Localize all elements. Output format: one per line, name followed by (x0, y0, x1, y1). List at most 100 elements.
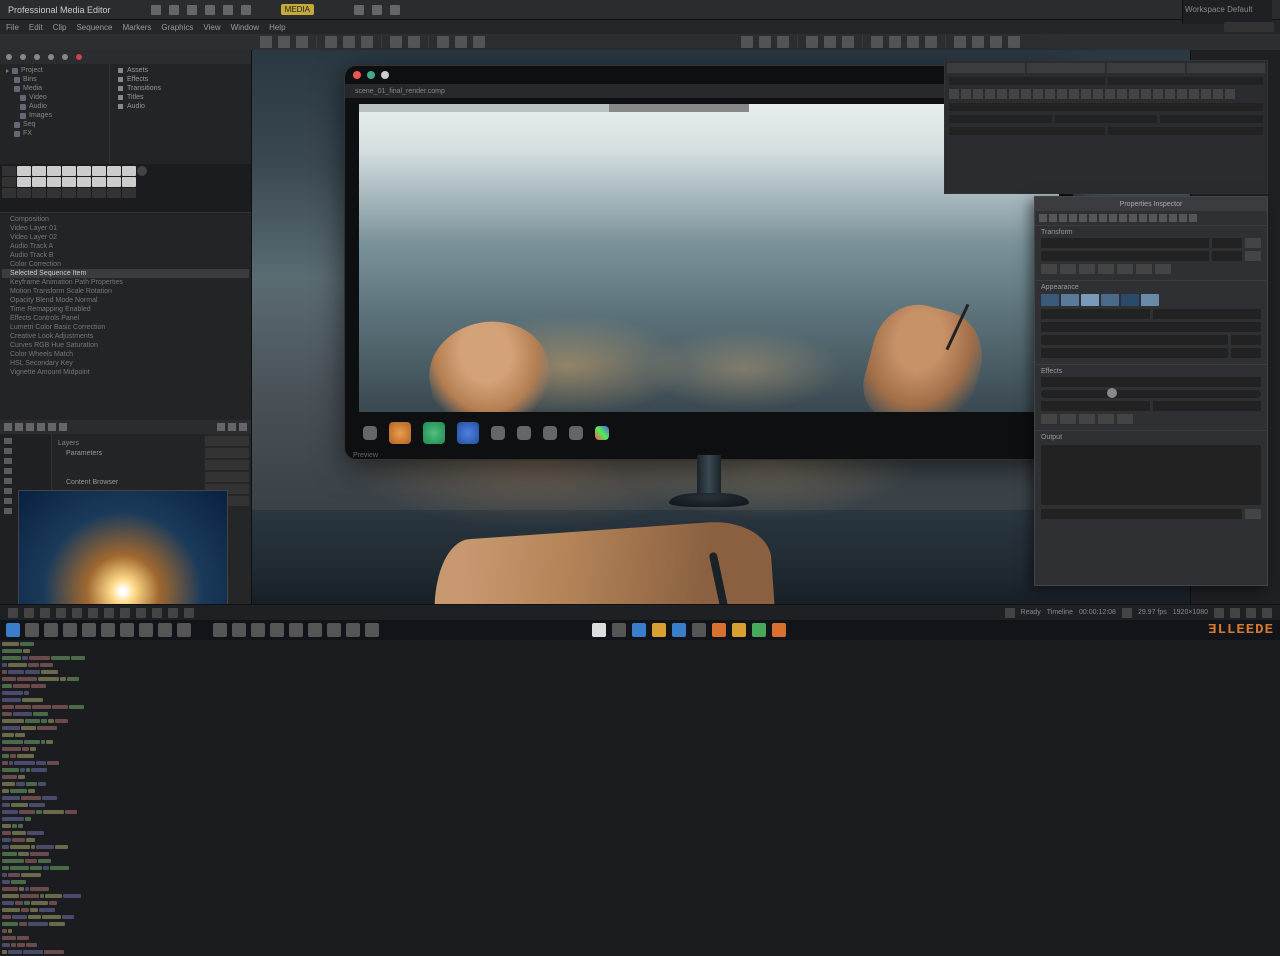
taskbar-app-icon[interactable] (289, 623, 303, 637)
chip-icon[interactable] (1245, 251, 1261, 261)
fp-icon[interactable] (1039, 214, 1047, 222)
ph-icon[interactable] (1081, 89, 1091, 99)
status-icon[interactable] (1122, 608, 1132, 618)
fp-icon[interactable] (1189, 214, 1197, 222)
swatch[interactable] (1041, 294, 1059, 306)
align-center-icon[interactable] (759, 36, 771, 48)
thumb[interactable] (17, 177, 31, 187)
fp-icon[interactable] (1179, 214, 1187, 222)
dock-tool-icon[interactable] (569, 426, 583, 440)
thumb[interactable] (62, 166, 76, 176)
input-field[interactable] (1041, 348, 1228, 358)
chip-icon[interactable] (1041, 264, 1057, 274)
taskbar-app-icon[interactable] (63, 623, 77, 637)
ph-icon[interactable] (1009, 89, 1019, 99)
layout-icon[interactable] (925, 36, 937, 48)
thumb[interactable] (107, 166, 121, 176)
taskbar-app-icon[interactable] (44, 623, 58, 637)
status-icon[interactable] (24, 608, 34, 618)
status-icon[interactable] (1230, 608, 1240, 618)
swatch[interactable] (1081, 294, 1099, 306)
status-icon[interactable] (104, 608, 114, 618)
tool-select-icon[interactable] (260, 36, 272, 48)
layout-icon[interactable] (889, 36, 901, 48)
ph-icon[interactable] (1141, 89, 1151, 99)
tb-icon[interactable] (390, 5, 400, 15)
tool-zoom-icon[interactable] (390, 36, 402, 48)
thumb[interactable] (92, 188, 106, 198)
taskbar-pinned-icon[interactable] (652, 623, 666, 637)
taskbar-app-icon[interactable] (232, 623, 246, 637)
taskbar-app-icon[interactable] (139, 623, 153, 637)
bp-icon[interactable] (26, 423, 34, 431)
layer-item[interactable]: Keyframe Animation Path Properties (2, 278, 249, 287)
fp-icon[interactable] (1139, 214, 1147, 222)
fp-icon[interactable] (1099, 214, 1107, 222)
taskbar-start-icon[interactable] (6, 623, 20, 637)
thumb[interactable] (122, 166, 136, 176)
minimize-icon[interactable] (367, 71, 375, 79)
fp-icon[interactable] (1159, 214, 1167, 222)
layer-item[interactable]: Curves RGB Hue Saturation (2, 341, 249, 350)
bp-slot[interactable] (205, 472, 249, 482)
thumb[interactable] (122, 177, 136, 187)
taskbar-pinned-icon[interactable] (752, 623, 766, 637)
dock-tool-icon[interactable] (543, 426, 557, 440)
status-icon[interactable] (120, 608, 130, 618)
bp-icon[interactable] (15, 423, 23, 431)
ph-field[interactable] (949, 103, 1263, 111)
dist-icon[interactable] (824, 36, 836, 48)
view-icon[interactable] (990, 36, 1002, 48)
taskbar-pinned-icon[interactable] (712, 623, 726, 637)
fp-icon[interactable] (1109, 214, 1117, 222)
chip-icon[interactable] (1041, 414, 1057, 424)
ph-field[interactable] (949, 115, 1052, 123)
dist-icon[interactable] (842, 36, 854, 48)
fp-icon[interactable] (1059, 214, 1067, 222)
status-icon[interactable] (56, 608, 66, 618)
input-field[interactable] (1231, 348, 1261, 358)
taskbar-pinned-icon[interactable] (732, 623, 746, 637)
taskbar-pinned-icon[interactable] (772, 623, 786, 637)
input-field[interactable] (1212, 238, 1242, 248)
thumb[interactable] (47, 177, 61, 187)
thumb[interactable] (2, 188, 16, 198)
menu-sequence[interactable]: Sequence (76, 23, 112, 32)
taskbar-pinned-icon[interactable] (692, 623, 706, 637)
menu-markers[interactable]: Markers (123, 23, 152, 32)
thumb[interactable] (17, 166, 31, 176)
tool-hand-icon[interactable] (408, 36, 420, 48)
maximize-icon[interactable] (381, 71, 389, 79)
layer-item[interactable]: Video Layer 01 (2, 224, 249, 233)
bp-slot[interactable] (205, 460, 249, 470)
input-field[interactable] (1041, 251, 1209, 261)
tb-icon[interactable] (354, 5, 364, 15)
taskbar-app-icon[interactable] (251, 623, 265, 637)
fp-icon[interactable] (1169, 214, 1177, 222)
chip-icon[interactable] (1136, 264, 1152, 274)
thumb[interactable] (92, 166, 106, 176)
thumb[interactable] (32, 166, 46, 176)
thumb[interactable] (92, 177, 106, 187)
tool-marker-icon[interactable] (455, 36, 467, 48)
layer-item[interactable]: Vignette Amount Midpoint (2, 368, 249, 377)
status-icon[interactable] (136, 608, 146, 618)
dock-app-icon[interactable] (457, 422, 479, 444)
swatch[interactable] (1121, 294, 1139, 306)
ph-tab[interactable] (1107, 63, 1185, 73)
chip-icon[interactable] (1079, 264, 1095, 274)
thumb[interactable] (2, 166, 16, 176)
ph-field[interactable] (1108, 127, 1264, 135)
tree-item[interactable]: Media (23, 85, 42, 92)
status-icon[interactable] (8, 608, 18, 618)
tb-icon[interactable] (223, 5, 233, 15)
tool-pen-icon[interactable] (361, 36, 373, 48)
input-field[interactable] (1153, 401, 1262, 411)
project-tree[interactable]: Project Bins Media Video Audio Images Se… (0, 64, 110, 164)
bp-icon[interactable] (239, 423, 247, 431)
layer-item[interactable]: Motion Transform Scale Rotation (2, 287, 249, 296)
asset-item[interactable]: Assets (127, 67, 148, 74)
taskbar-app-icon[interactable] (101, 623, 115, 637)
thumb[interactable] (62, 188, 76, 198)
ph-icon[interactable] (1153, 89, 1163, 99)
